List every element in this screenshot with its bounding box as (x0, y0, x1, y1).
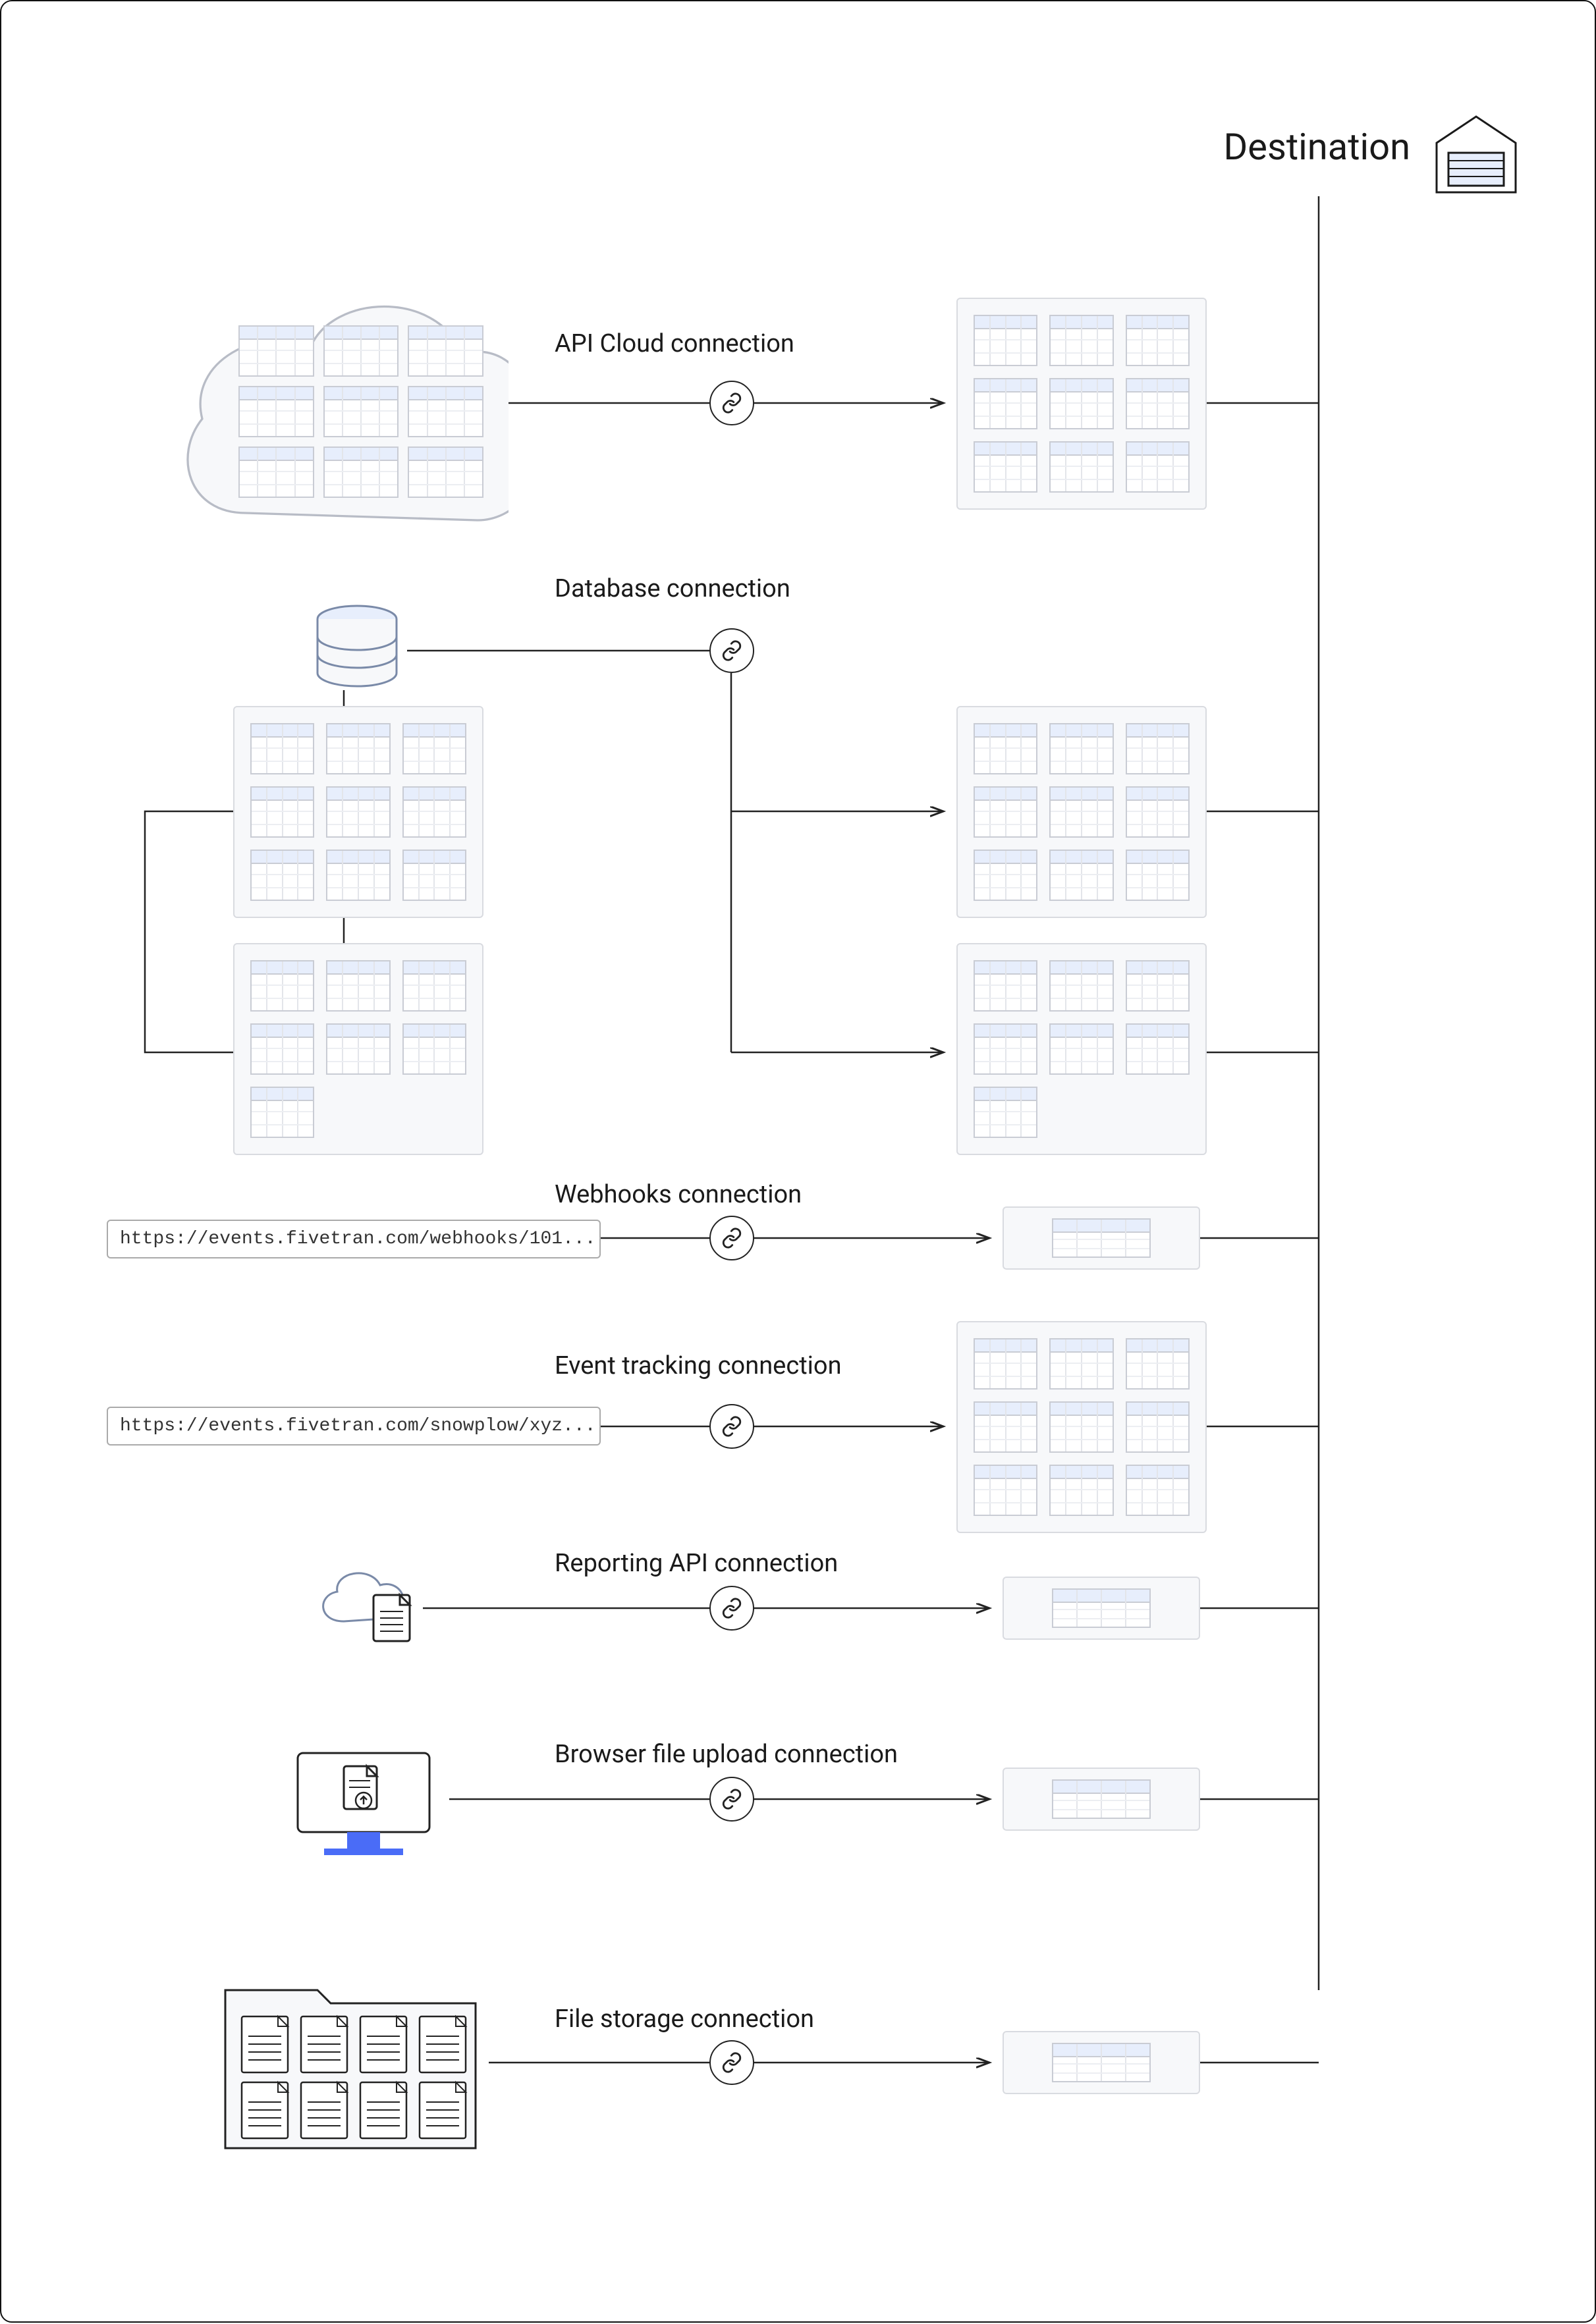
reporting-api-label: Reporting API connection (555, 1549, 838, 1578)
cloud-source-tables (238, 325, 483, 498)
webhooks-label: Webhooks connection (555, 1180, 802, 1209)
database-label: Database connection (555, 574, 790, 603)
api-cloud-label: API Cloud connection (555, 329, 794, 358)
link-icon (709, 1586, 754, 1631)
database-icon (304, 601, 410, 699)
destination-title: Destination (1224, 125, 1410, 169)
link-icon (709, 1404, 754, 1449)
link-icon (709, 1216, 754, 1260)
link-icon (709, 1777, 754, 1822)
file-storage-dest-table (1003, 2031, 1200, 2094)
db-dest-tables-1 (956, 706, 1207, 918)
monitor-upload-icon (285, 1740, 449, 1872)
cloud-document-icon (311, 1562, 429, 1654)
link-icon (709, 381, 754, 425)
db-source-tables-2 (233, 943, 483, 1155)
event-tracking-label: Event tracking connection (555, 1351, 842, 1380)
browser-upload-label: Browser file upload connection (555, 1740, 898, 1769)
diagram-frame: Destination API Cloud connection (0, 0, 1596, 2323)
webhooks-url: https://events.fivetran.com/webhooks/101… (107, 1220, 601, 1258)
warehouse-icon (1430, 107, 1522, 199)
db-source-tables-1 (233, 706, 483, 918)
event-tracking-dest-tables (956, 1321, 1207, 1533)
file-storage-label: File storage connection (555, 2005, 814, 2034)
reporting-api-dest-table (1003, 1577, 1200, 1640)
link-icon (709, 2040, 754, 2085)
browser-upload-dest-table (1003, 1768, 1200, 1831)
api-cloud-dest-tables (956, 298, 1207, 510)
webhooks-dest-table (1003, 1206, 1200, 1270)
link-icon (709, 628, 754, 673)
db-dest-tables-2 (956, 943, 1207, 1155)
event-tracking-url: https://events.fivetran.com/snowplow/xyz… (107, 1407, 601, 1446)
folder-files-icon (212, 1951, 489, 2175)
